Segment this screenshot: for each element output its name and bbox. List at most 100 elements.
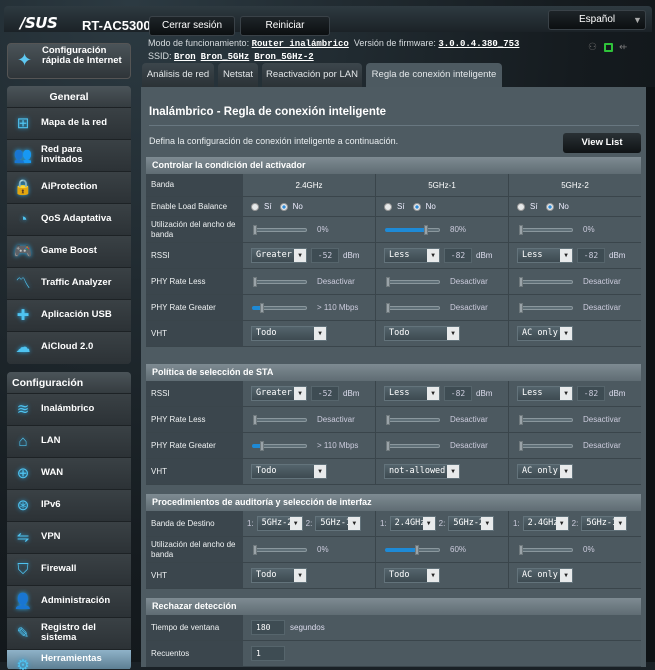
bandwidth-slider[interactable]	[384, 545, 440, 555]
dest-band-select[interactable]: 5GHz-1 ▼	[581, 516, 628, 531]
rssi-value-input[interactable]: -82	[577, 248, 605, 263]
phy-rate-slider[interactable]	[251, 303, 307, 313]
slider-value: Desactivar	[317, 277, 355, 286]
rssi-operator-select[interactable]: Less ▼	[384, 386, 440, 401]
bandwidth-slider[interactable]	[517, 225, 573, 235]
slider-value: 0%	[583, 225, 595, 234]
ssid-link[interactable]: Bron	[174, 52, 196, 62]
rssi-operator-select[interactable]: Less ▼	[517, 248, 573, 263]
sidebar-item-traffic-analyzer[interactable]: 〽 Traffic Analyzer	[7, 268, 131, 300]
rssi-value-input[interactable]: -52	[311, 386, 339, 401]
network-map-icon: ⊞	[16, 115, 30, 132]
counts-input[interactable]: 1	[251, 646, 285, 661]
view-list-button[interactable]: View List	[563, 133, 641, 153]
radio-yes[interactable]	[384, 202, 392, 211]
row-label: Utilización del ancho de banda	[146, 217, 243, 242]
rssi-operator-select[interactable]: Less ▼	[384, 248, 440, 263]
clients-icon[interactable]: ⚇	[588, 43, 598, 53]
sidebar-item-ipv6[interactable]: ⊛ IPv6	[7, 490, 131, 522]
vht-select[interactable]: Todo ▼	[251, 464, 327, 479]
tab-wake-on-lan[interactable]: Reactivación por LAN	[262, 63, 362, 87]
tab-smart-connect-rule[interactable]: Regla de conexión inteligente	[366, 63, 502, 88]
logout-button[interactable]: Cerrar sesión	[149, 16, 235, 36]
phy-rate-slider[interactable]	[251, 415, 307, 425]
vht-select[interactable]: Todo ▼	[251, 568, 307, 583]
select-value: 5GHz-2	[453, 518, 485, 528]
sidebar-item-usb-app[interactable]: ✚ Aplicación USB	[7, 300, 131, 332]
sidebar-item-tools[interactable]: ⚙ Herramientas	[7, 650, 131, 670]
language-select[interactable]: Español ▼	[548, 10, 646, 30]
radio-yes[interactable]	[517, 202, 525, 211]
radio-no[interactable]	[545, 202, 554, 211]
scrollbar[interactable]	[646, 87, 655, 662]
phy-rate-slider[interactable]	[384, 441, 440, 451]
tab-network-analysis[interactable]: Análisis de red	[142, 63, 214, 87]
radio-no[interactable]	[412, 202, 421, 211]
sidebar-item-wan[interactable]: ⊕ WAN	[7, 458, 131, 490]
sidebar-item-guest-network[interactable]: 👥 Red para invitados	[7, 140, 131, 172]
reboot-button[interactable]: Reiniciar	[240, 16, 330, 36]
bandwidth-slider[interactable]	[517, 545, 573, 555]
slider-value: 0%	[317, 545, 329, 554]
vht-select[interactable]: Todo ▼	[251, 326, 327, 341]
network-status-icon[interactable]	[604, 43, 613, 52]
vht-select[interactable]: not-allowed ▼	[384, 464, 460, 479]
vht-select[interactable]: AC only ▼	[517, 568, 573, 583]
radio-no[interactable]	[279, 202, 288, 211]
phy-rate-slider[interactable]	[517, 441, 573, 451]
dropdown-arrow-icon: ▼	[614, 517, 627, 530]
window-time-input[interactable]: 180	[251, 620, 285, 635]
phy-rate-slider[interactable]	[517, 303, 573, 313]
magic-wand-icon: ✦	[17, 50, 33, 70]
radio-yes[interactable]	[251, 202, 259, 211]
rssi-value-input[interactable]: -82	[444, 248, 472, 263]
vht-select[interactable]: AC only ▼	[517, 464, 573, 479]
vht-select[interactable]: Todo ▼	[384, 326, 460, 341]
sidebar-item-firewall[interactable]: ⛉ Firewall	[7, 554, 131, 586]
dest-band-select[interactable]: 5GHz-2 ▼	[448, 516, 495, 531]
phy-rate-slider[interactable]	[384, 415, 440, 425]
phy-rate-slider[interactable]	[251, 277, 307, 287]
dest-band-select[interactable]: 5GHz-2 ▼	[256, 516, 303, 531]
vht-select[interactable]: Todo ▼	[384, 568, 440, 583]
rssi-operator-select[interactable]: Greater ▼	[251, 386, 307, 401]
sidebar-item-aiprotection[interactable]: 🔒 AiProtection	[7, 172, 131, 204]
sidebar-item-system-log[interactable]: ✎ Registro del sistema	[7, 618, 131, 650]
firmware-link[interactable]: 3.0.0.4.380_753	[438, 39, 519, 49]
dropdown-arrow-icon: ▼	[314, 465, 326, 478]
sidebar-item-network-map[interactable]: ⊞ Mapa de la red	[7, 108, 131, 140]
rssi-value-input[interactable]: -82	[577, 386, 605, 401]
sidebar-item-aicloud[interactable]: ☁ AiCloud 2.0	[7, 332, 131, 364]
bandwidth-slider[interactable]	[251, 225, 307, 235]
tab-netstat[interactable]: Netstat	[218, 63, 258, 87]
phy-rate-slider[interactable]	[384, 303, 440, 313]
sidebar-item-qos[interactable]: ◔ QoS Adaptativa	[7, 204, 131, 236]
quick-internet-setup-button[interactable]: ✦ Configuración rápida de Internet	[7, 43, 131, 79]
phy-rate-slider[interactable]	[517, 277, 573, 287]
phy-rate-slider[interactable]	[384, 277, 440, 287]
dest-band-select[interactable]: 2.4GHz ▼	[522, 516, 569, 531]
sidebar-item-administration[interactable]: 👤 Administración	[7, 586, 131, 618]
bandwidth-slider[interactable]	[384, 225, 440, 235]
dest-band-select[interactable]: 5GHz-1 ▼	[315, 516, 362, 531]
sidebar-item-vpn[interactable]: ⇋ VPN	[7, 522, 131, 554]
rssi-operator-select[interactable]: Less ▼	[517, 386, 573, 401]
rssi-value-input[interactable]: -52	[311, 248, 339, 263]
mode-link[interactable]: Router inalámbrico	[252, 39, 349, 49]
reject-detection-section: Rechazar detección Tiempo de ventana 180…	[146, 598, 641, 667]
ssid-link[interactable]: Bron_5GHz	[201, 52, 250, 62]
phy-rate-slider[interactable]	[517, 415, 573, 425]
sidebar-item-wireless[interactable]: ≋ Inalámbrico	[7, 394, 131, 426]
rssi-operator-select[interactable]: Greater ▼	[251, 248, 307, 263]
phy-rate-slider[interactable]	[251, 441, 307, 451]
sidebar-item-game-boost[interactable]: 🎮 Game Boost	[7, 236, 131, 268]
bandwidth-slider[interactable]	[251, 545, 307, 555]
usb-icon[interactable]: ⇷	[619, 43, 629, 53]
dest-band-select[interactable]: 2.4GHz ▼	[389, 516, 436, 531]
sidebar-item-lan[interactable]: ⌂ LAN	[7, 426, 131, 458]
vht-select[interactable]: AC only ▼	[517, 326, 573, 341]
bw-cell: 0%	[243, 217, 376, 242]
rssi-value-input[interactable]: -82	[444, 386, 472, 401]
ssid-link[interactable]: Bron_5GHz-2	[254, 52, 313, 62]
dropdown-arrow-icon: ▼	[294, 387, 306, 400]
